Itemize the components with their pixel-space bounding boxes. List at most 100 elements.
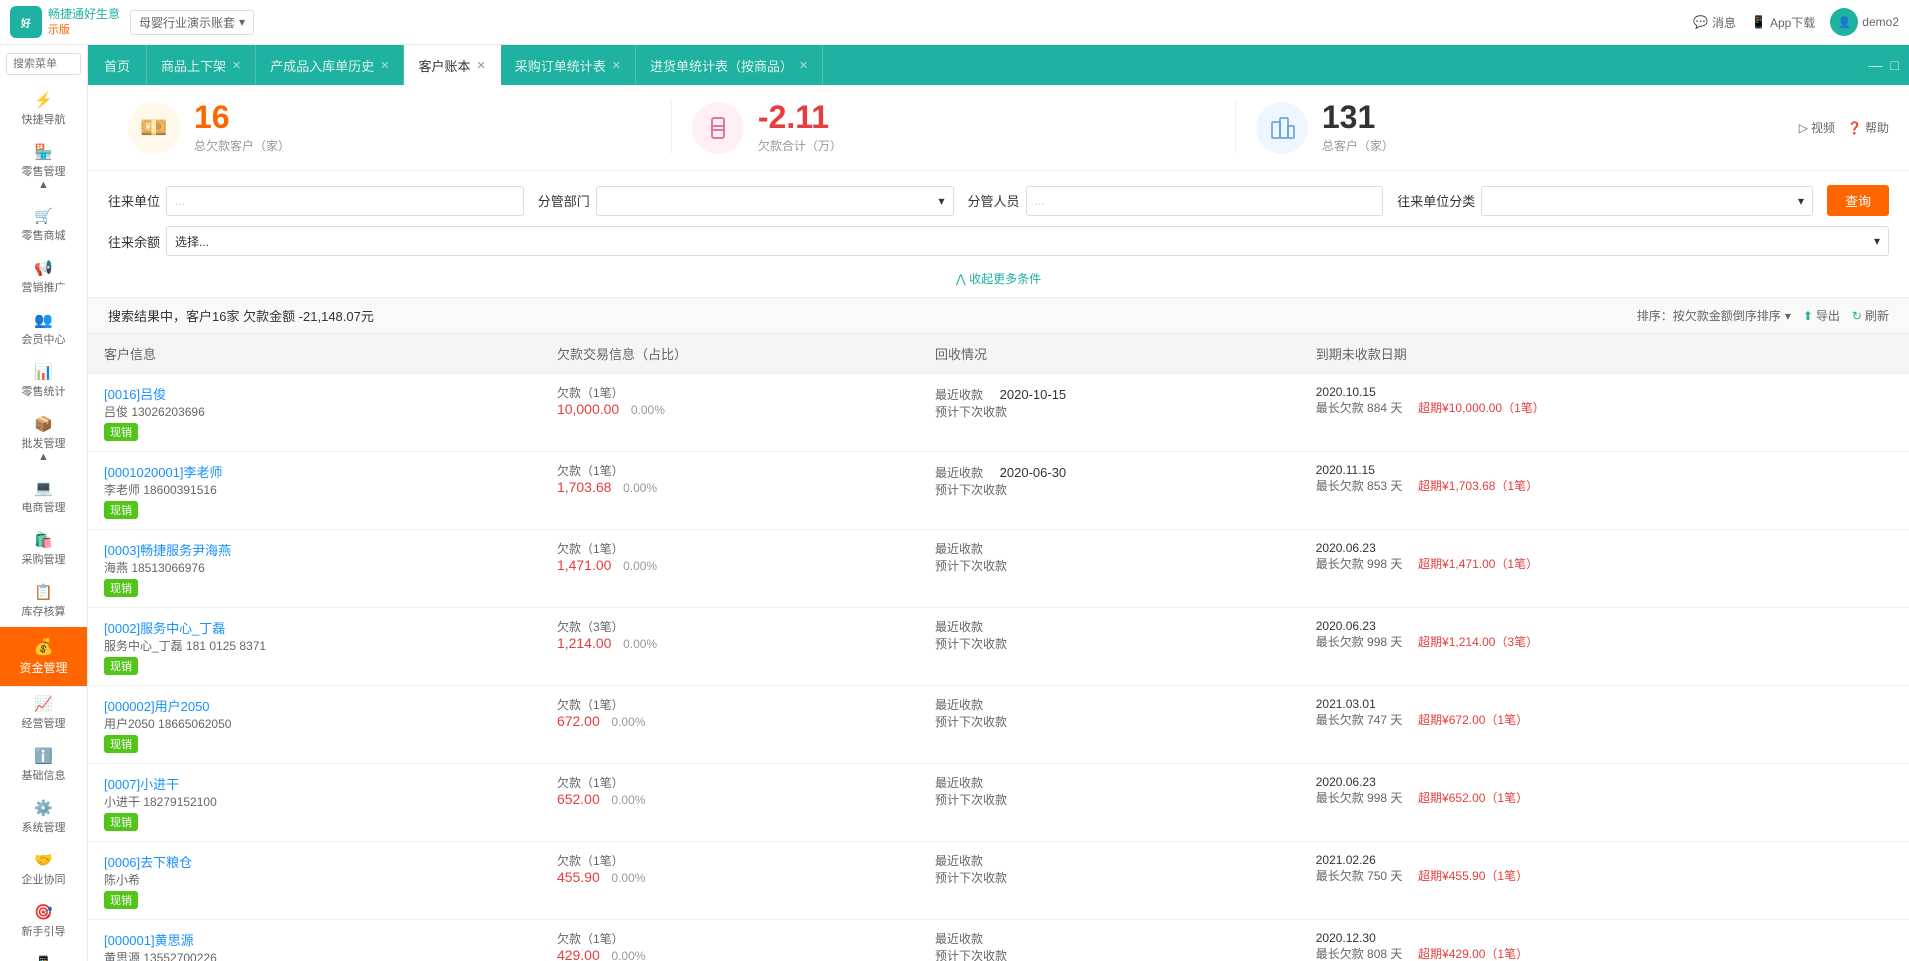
- query-button[interactable]: 查询: [1827, 185, 1889, 216]
- customer-name-link[interactable]: [000001]黄思源: [104, 933, 194, 948]
- sidebar-item-marketing[interactable]: 📢 营销推广: [0, 251, 87, 303]
- tab-product-list[interactable]: 商品上下架 ✕: [147, 45, 256, 85]
- user-avatar[interactable]: 👤 demo2: [1830, 8, 1899, 36]
- stat-total-customers: 131 总客户（家）: [1235, 101, 1799, 154]
- result-summary: 搜索结果中，客户16家 欠款金额 -21,148.07元: [108, 306, 374, 325]
- overdue-days: 最长欠款 853 天: [1316, 479, 1403, 493]
- sidebar-item-inventory[interactable]: 📋 库存核算: [0, 575, 87, 627]
- customer-name-link[interactable]: [0003]畅捷服务尹海燕: [104, 543, 231, 558]
- debt-amount[interactable]: 429.00: [557, 947, 600, 961]
- overdue-days: 最长欠款 808 天: [1316, 947, 1403, 961]
- debt-amount[interactable]: 10,000.00: [557, 401, 619, 417]
- cell-customer-2: [0003]畅捷服务尹海燕 海燕 18513066976 现销: [88, 530, 541, 608]
- debt-amount[interactable]: 455.90: [557, 869, 600, 885]
- chevron-down-icon: ▾: [1874, 234, 1880, 248]
- overdue-link[interactable]: 超期¥1,471.00（1笔）: [1406, 557, 1538, 571]
- filter-area: 往来单位 ... 分管部门 ▾: [88, 171, 1909, 298]
- debt-amount[interactable]: 1,703.68: [557, 479, 612, 495]
- search-input[interactable]: [6, 53, 81, 75]
- overdue-days: 最长欠款 884 天: [1316, 401, 1403, 415]
- customer-phone: 服务中心_丁磊 181 0125 8371: [104, 639, 266, 653]
- unit-category-select[interactable]: ▾: [1481, 186, 1813, 216]
- overdue-link[interactable]: 超期¥10,000.00（1笔）: [1406, 401, 1545, 415]
- overdue-link[interactable]: 超期¥1,703.68（1笔）: [1406, 479, 1538, 493]
- store-selector[interactable]: 母婴行业演示账套 ▾: [130, 10, 254, 35]
- table-row: [000001]黄思源 黄思源 13552700226 现销 欠款（1笔） 42…: [88, 920, 1909, 961]
- video-action[interactable]: ▷ 视频: [1799, 119, 1835, 136]
- close-icon[interactable]: ✕: [380, 59, 389, 72]
- tab-customer-account[interactable]: 客户账本 ✕: [404, 45, 500, 85]
- maximize-button[interactable]: □: [1891, 57, 1899, 73]
- table-row: [0002]服务中心_丁磊 服务中心_丁磊 181 0125 8371 现销 欠…: [88, 608, 1909, 686]
- from-unit-input[interactable]: ...: [166, 186, 524, 216]
- close-icon[interactable]: ✕: [799, 59, 808, 72]
- sidebar-item-finance[interactable]: 💰 资金管理: [0, 627, 87, 687]
- customer-phone: 小进干 18279152100: [104, 795, 217, 809]
- tab-home[interactable]: 首页: [88, 45, 147, 85]
- overdue-link[interactable]: 超期¥455.90（1笔）: [1406, 869, 1528, 883]
- help-action[interactable]: ❓ 帮助: [1847, 119, 1889, 136]
- close-icon[interactable]: ✕: [232, 59, 241, 72]
- customer-name-link[interactable]: [0007]小进干: [104, 777, 179, 792]
- sidebar-item-basic-info[interactable]: ℹ️ 基础信息: [0, 739, 87, 791]
- sidebar-item-ops-mgmt[interactable]: 📈 经营管理: [0, 687, 87, 739]
- debt-amount[interactable]: 672.00: [557, 713, 600, 729]
- next-collection-label: 预计下次收款: [935, 871, 1007, 885]
- overdue-link[interactable]: 超期¥429.00（1笔）: [1406, 947, 1528, 961]
- balance-select[interactable]: 选择... ▾: [166, 226, 1889, 256]
- sidebar-item-label: 会员中心: [22, 331, 66, 347]
- refresh-button[interactable]: ↻ 刷新: [1852, 307, 1889, 324]
- logo-text: 畅捷通好生意 示版: [48, 7, 120, 37]
- cell-debt-2: 欠款（1笔） 1,471.00 0.00%: [541, 530, 919, 608]
- overdue-link[interactable]: 超期¥672.00（1笔）: [1406, 713, 1528, 727]
- overdue-link[interactable]: 超期¥652.00（1笔）: [1406, 791, 1528, 805]
- sidebar-item-member-center[interactable]: 👥 会员中心: [0, 303, 87, 355]
- sidebar-item-retail-mall[interactable]: 🛒 零售商城: [0, 199, 87, 251]
- debt-amount[interactable]: 1,214.00: [557, 635, 612, 651]
- tab-product-history[interactable]: 产成品入库单历史 ✕: [256, 45, 404, 85]
- sidebar-item-retail-stats[interactable]: 📊 零售统计: [0, 355, 87, 407]
- debt-amount[interactable]: 652.00: [557, 791, 600, 807]
- sidebar-item-enterprise-collab[interactable]: 🤝 企业协同: [0, 843, 87, 895]
- sidebar-item-retail-mgmt[interactable]: 🏪 零售管理 ▲: [0, 135, 87, 199]
- debt-count: 欠款（3笔）: [557, 620, 624, 634]
- person-input[interactable]: ...: [1026, 186, 1384, 216]
- finance-icon: 💰: [34, 637, 54, 657]
- cell-recovery-2: 最近收款 预计下次收款: [919, 530, 1300, 608]
- cell-due-date-6: 2021.02.26 最长欠款 750 天 超期¥455.90（1笔）: [1300, 842, 1909, 920]
- customer-name-link[interactable]: [000002]用户2050: [104, 699, 210, 714]
- close-icon[interactable]: ✕: [477, 59, 486, 72]
- customer-name-link[interactable]: [0002]服务中心_丁磊: [104, 621, 225, 636]
- customer-name-link[interactable]: [0006]去下粮仓: [104, 855, 192, 870]
- minimize-button[interactable]: —: [1869, 57, 1883, 73]
- customer-name-link[interactable]: [0016]吕俊: [104, 387, 166, 402]
- cell-recovery-5: 最近收款 预计下次收款: [919, 764, 1300, 842]
- cell-customer-4: [000002]用户2050 用户2050 18665062050 现销: [88, 686, 541, 764]
- collapse-bar[interactable]: ⋀ 收起更多条件: [108, 266, 1889, 291]
- sidebar-item-newbie-guide[interactable]: 🎯 新手引导: [0, 895, 87, 947]
- export-button[interactable]: ⬆ 导出: [1803, 307, 1840, 324]
- tab-purchase-order[interactable]: 采购订单统计表 ✕: [501, 45, 636, 85]
- dept-select[interactable]: ▾: [596, 186, 954, 216]
- newbie-guide-icon: 🎯: [34, 903, 53, 921]
- app-download-button[interactable]: 📱 App下载: [1751, 14, 1815, 31]
- cell-recovery-1: 最近收款 2020-06-30 预计下次收款: [919, 452, 1300, 530]
- tab-purchase-stats[interactable]: 进货单统计表（按商品） ✕: [636, 45, 823, 85]
- message-button[interactable]: 💬 消息: [1693, 14, 1736, 31]
- sidebar-item-label: 系统管理: [22, 819, 66, 835]
- sidebar-item-quick-nav[interactable]: ⚡ 快捷导航: [0, 83, 87, 135]
- debt-amount[interactable]: 1,471.00: [557, 557, 612, 573]
- customer-name-link[interactable]: [0001020001]李老师: [104, 465, 223, 480]
- refresh-icon: ↻: [1852, 309, 1862, 323]
- sidebar-item-purchase-mgmt[interactable]: 🛍️ 采购管理: [0, 523, 87, 575]
- tab-label: 商品上下架: [161, 56, 226, 75]
- close-icon[interactable]: ✕: [612, 59, 621, 72]
- sidebar-item-batch-mgmt[interactable]: 📦 批发管理 ▲: [0, 407, 87, 471]
- sidebar-item-system-mgmt[interactable]: ⚙️ 系统管理: [0, 791, 87, 843]
- sort-selector[interactable]: 排序：按欠款金额倒序排序 ▾: [1637, 307, 1791, 324]
- overdue-link[interactable]: 超期¥1,214.00（3笔）: [1406, 635, 1538, 649]
- cell-debt-7: 欠款（1笔） 429.00 0.00%: [541, 920, 919, 961]
- purchase-mgmt-icon: 🛍️: [34, 531, 53, 549]
- sidebar-item-ecommerce[interactable]: 💻 电商管理: [0, 471, 87, 523]
- sidebar-item-app-center[interactable]: 📱 应用中心: [0, 947, 87, 961]
